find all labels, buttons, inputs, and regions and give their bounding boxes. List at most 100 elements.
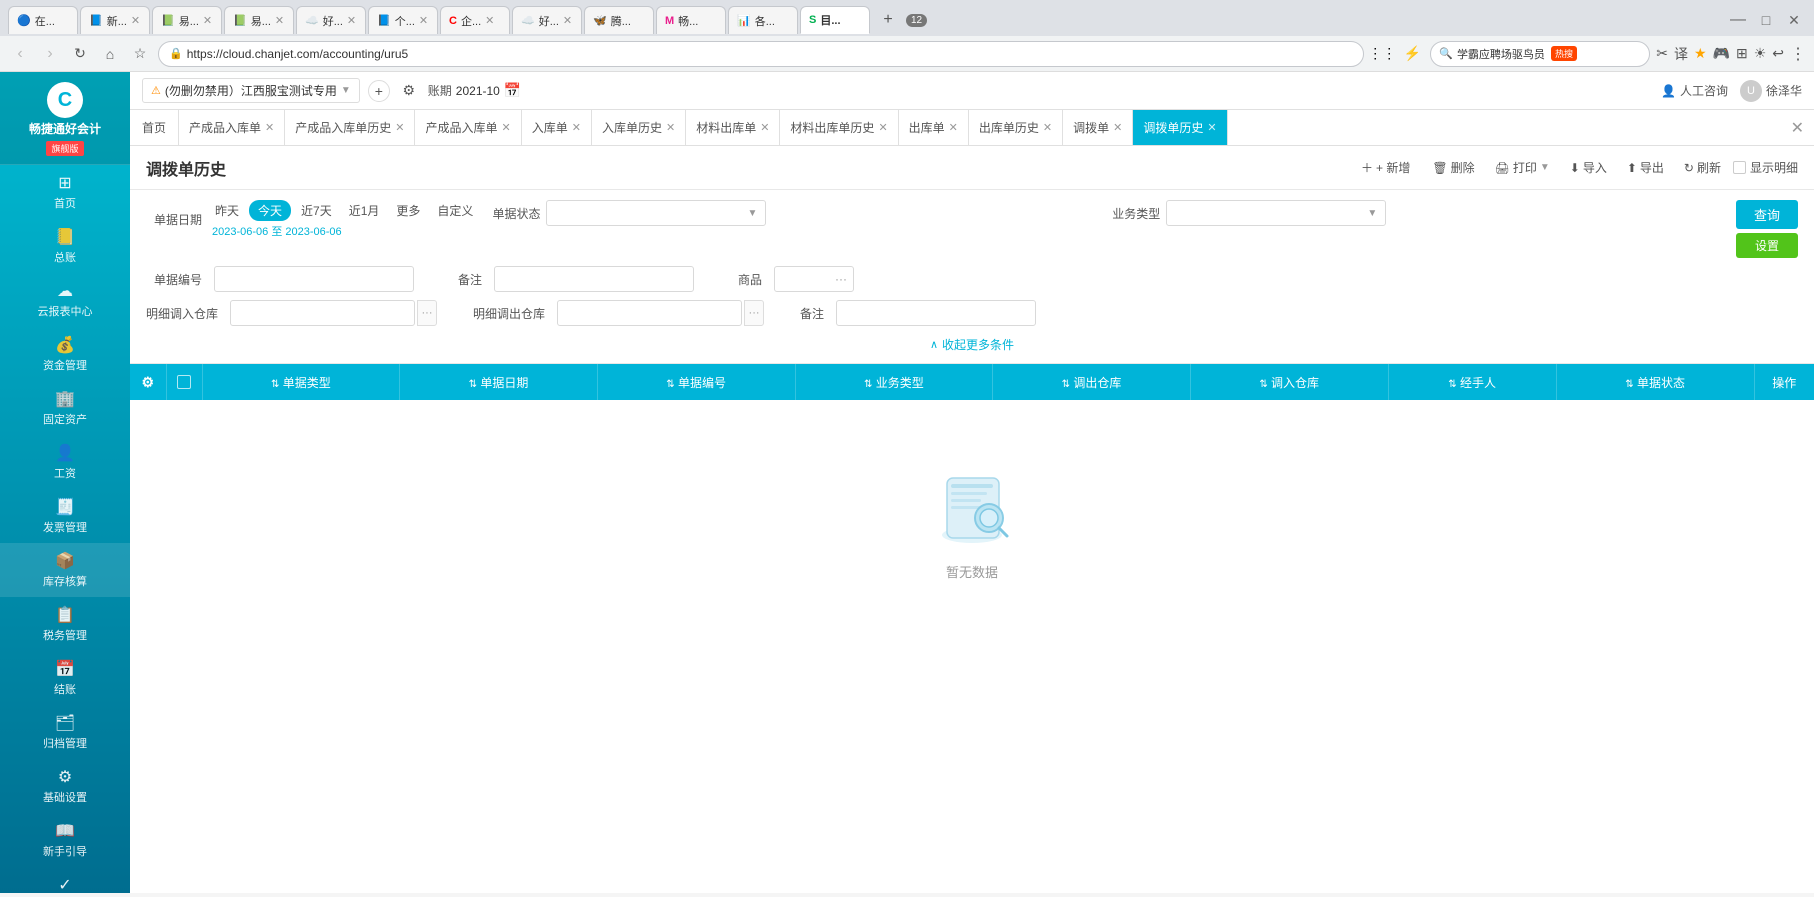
close-all-tabs[interactable]: ✕: [1781, 118, 1814, 138]
sidebar-item-fixed-assets[interactable]: 🏢 固定资产: [0, 381, 130, 435]
browser-tab[interactable]: 🔵 在...: [8, 6, 78, 34]
display-toggle[interactable]: 显示明细: [1733, 159, 1798, 176]
date-btn-yesterday[interactable]: 昨天: [208, 200, 246, 221]
delete-button[interactable]: 🗑 删除: [1424, 155, 1482, 180]
col-gear[interactable]: ⚙: [130, 364, 166, 400]
translate-icon[interactable]: 译: [1674, 44, 1688, 64]
col-number[interactable]: ⇅ 单据编号: [597, 364, 795, 400]
browser-tab[interactable]: ☁️ 好... ✕: [512, 6, 582, 34]
remark-input[interactable]: [494, 266, 694, 292]
tab-close-icon[interactable]: ✕: [485, 14, 494, 27]
user-info[interactable]: U 徐泽华: [1740, 80, 1802, 102]
tab-close-icon[interactable]: ✕: [563, 14, 572, 27]
date-btn-custom[interactable]: 自定义: [430, 200, 480, 221]
detail-in-input[interactable]: [230, 300, 415, 326]
home-button[interactable]: ⌂: [98, 42, 122, 66]
date-btn-today[interactable]: 今天: [249, 200, 291, 221]
setting-button[interactable]: 设置: [1736, 233, 1798, 258]
tab-stock-in-history[interactable]: 入库单历史 ✕: [592, 110, 686, 146]
tab-close-icon[interactable]: ✕: [203, 14, 212, 27]
new-tab-button[interactable]: +: [874, 6, 902, 34]
detail-in-more[interactable]: ···: [417, 300, 437, 326]
date-btn-more[interactable]: 更多: [389, 200, 427, 221]
sidebar-item-tax[interactable]: 📋 税务管理: [0, 597, 130, 651]
tab-close-icon[interactable]: ✕: [419, 14, 428, 27]
col-biz-type[interactable]: ⇅ 业务类型: [795, 364, 993, 400]
sidebar-logo[interactable]: C 畅捷通好会计 旗舰版: [0, 72, 130, 165]
col-checkbox[interactable]: [166, 364, 202, 400]
tab-close-icon[interactable]: ✕: [265, 121, 274, 134]
browser-tab[interactable]: 📘 个... ✕: [368, 6, 438, 34]
tab-close-icon[interactable]: ✕: [131, 14, 140, 27]
browser-tab[interactable]: 📘 新... ✕: [80, 6, 150, 34]
settings-icon-topbar[interactable]: ⚙: [398, 80, 420, 102]
biz-type-select[interactable]: ▼: [1166, 200, 1386, 226]
col-status[interactable]: ⇅ 单据状态: [1556, 364, 1754, 400]
browser-tab[interactable]: 📗 易... ✕: [224, 6, 294, 34]
more-button[interactable]: ⋮: [1790, 44, 1806, 64]
url-bar[interactable]: 🔒 https://cloud.chanjet.com/accounting/u…: [158, 41, 1364, 67]
detail-out-more[interactable]: ···: [744, 300, 764, 326]
sidebar-item-payroll[interactable]: 👤 工资: [0, 435, 130, 489]
doc-number-input[interactable]: [214, 266, 414, 292]
star-icon[interactable]: ★: [1694, 45, 1707, 62]
sidebar-item-invoice[interactable]: 🧾 发票管理: [0, 489, 130, 543]
tab-close-icon[interactable]: ✕: [395, 121, 404, 134]
window-close[interactable]: ✕: [1782, 8, 1806, 32]
status-select[interactable]: ▼: [546, 200, 766, 226]
scissors-icon[interactable]: ✂: [1656, 45, 1668, 62]
add-button[interactable]: +: [368, 80, 390, 102]
display-checkbox[interactable]: [1733, 161, 1746, 174]
date-btn-1month[interactable]: 近1月: [342, 200, 387, 221]
refresh-button[interactable]: ↻ 刷新: [1676, 155, 1729, 180]
browser-tab[interactable]: 📗 易... ✕: [152, 6, 222, 34]
tab-material-out[interactable]: 材料出库单 ✕: [686, 110, 780, 146]
sidebar-item-reports[interactable]: ☁ 云报表中心: [0, 273, 130, 327]
tab-close-icon[interactable]: ✕: [760, 121, 769, 134]
apps-button[interactable]: ⋮⋮: [1370, 42, 1394, 66]
sidebar-item-closing[interactable]: 📅 结账: [0, 651, 130, 705]
browser-tab[interactable]: 🦋 腾...: [584, 6, 654, 34]
window-minimize[interactable]: —: [1726, 8, 1750, 32]
select-all-checkbox[interactable]: [177, 375, 191, 389]
collapse-button[interactable]: ∧ 收起更多条件: [146, 332, 1798, 357]
col-in-warehouse[interactable]: ⇅ 调入仓库: [1190, 364, 1388, 400]
company-selector[interactable]: ⚠ (勿删勿禁用）江西服宝测试专用 ▼: [142, 78, 360, 103]
sidebar-item-inventory[interactable]: 📦 库存核算: [0, 543, 130, 597]
import-button[interactable]: ⬇ 导入: [1562, 155, 1615, 180]
new-doc-button[interactable]: ＋ + 新增: [1351, 155, 1420, 180]
detail-remark-input[interactable]: [836, 300, 1036, 326]
grid-icon[interactable]: ⊞: [1736, 45, 1748, 62]
col-handler[interactable]: ⇅ 经手人: [1388, 364, 1556, 400]
export-button[interactable]: ⬆ 导出: [1619, 155, 1672, 180]
sidebar-item-member[interactable]: ✓ 畅会员: [0, 867, 130, 893]
sidebar-item-ledger[interactable]: 📒 总账: [0, 219, 130, 273]
service-button[interactable]: 👤 人工咨询: [1661, 82, 1728, 99]
tab-stock-in[interactable]: 入库单 ✕: [522, 110, 592, 146]
browser-tab[interactable]: C 企... ✕: [440, 6, 510, 34]
tab-product-in[interactable]: 产成品入库单 ✕: [179, 110, 285, 146]
forward-button[interactable]: ›: [38, 42, 62, 66]
sidebar-item-archive[interactable]: 🗂 归档管理: [0, 705, 130, 759]
print-button[interactable]: 🖨 打印 ▼: [1487, 155, 1558, 180]
controller-icon[interactable]: 🎮: [1713, 45, 1730, 62]
browser-tab[interactable]: M 畅...: [656, 6, 726, 34]
detail-out-input[interactable]: [557, 300, 742, 326]
col-out-warehouse[interactable]: ⇅ 调出仓库: [993, 364, 1191, 400]
sidebar-item-home[interactable]: ⊞ 首页: [0, 165, 130, 219]
print-dropdown-icon[interactable]: ▼: [1540, 162, 1550, 173]
query-button[interactable]: 查询: [1736, 200, 1798, 229]
tab-close-icon[interactable]: ✕: [347, 14, 356, 27]
col-type[interactable]: ⇅ 单据类型: [202, 364, 400, 400]
back-button[interactable]: ‹: [8, 42, 32, 66]
sidebar-item-settings[interactable]: ⚙ 基础设置: [0, 759, 130, 813]
tab-transfer[interactable]: 调拨单 ✕: [1063, 110, 1133, 146]
bookmark-button[interactable]: ☆: [128, 42, 152, 66]
tab-close-icon[interactable]: ✕: [1043, 121, 1052, 134]
tab-close-icon[interactable]: ✕: [1207, 121, 1216, 134]
gear-icon[interactable]: ⚙: [141, 374, 154, 390]
tab-transfer-history[interactable]: 调拨单历史 ✕: [1133, 110, 1227, 146]
tab-out-history[interactable]: 出库单历史 ✕: [969, 110, 1063, 146]
date-btn-7days[interactable]: 近7天: [294, 200, 339, 221]
tab-close-icon[interactable]: ✕: [502, 121, 511, 134]
